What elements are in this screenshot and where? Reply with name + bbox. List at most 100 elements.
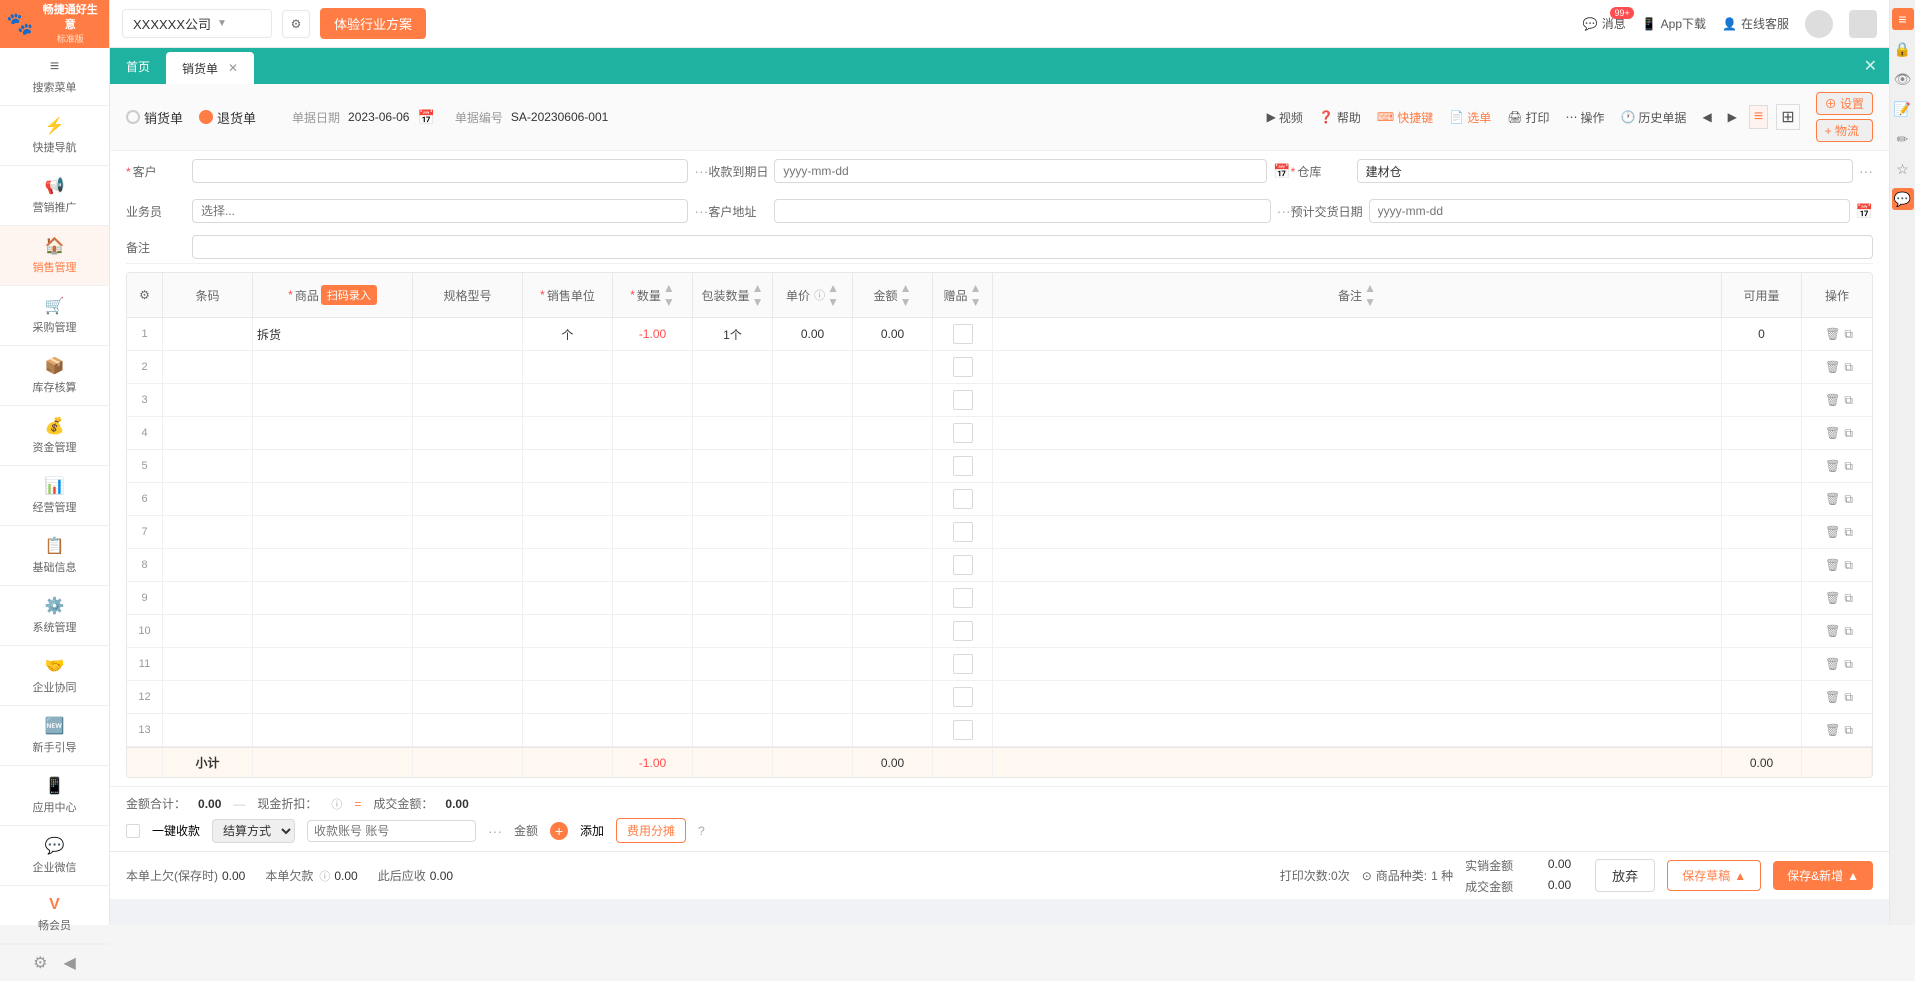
delete-icon[interactable]: 🗑 <box>1825 657 1840 671</box>
copy-icon[interactable]: ⧉ <box>1844 624 1853 639</box>
message-button[interactable]: 💬 消息 99+ <box>1583 15 1626 32</box>
copy-icon[interactable]: ⧉ <box>1844 393 1853 408</box>
copy-icon[interactable]: ⧉ <box>1844 657 1853 672</box>
delete-icon[interactable]: 🗑 <box>1825 690 1840 704</box>
salesperson-dots-btn[interactable]: ··· <box>694 203 708 219</box>
delete-icon[interactable]: 🗑 <box>1825 591 1840 605</box>
delete-icon[interactable]: 🗑 <box>1825 525 1840 539</box>
sidebar-item-marketing[interactable]: 📢 营销推广 <box>0 166 109 226</box>
logistics-btn[interactable]: + 物流 <box>1816 119 1873 142</box>
payment-method-select[interactable]: 结算方式 <box>212 819 295 843</box>
gift-checkbox[interactable] <box>953 423 973 443</box>
sidebar-item-basic[interactable]: 📋 基础信息 <box>0 526 109 586</box>
gift-checkbox[interactable] <box>953 456 973 476</box>
delivery-calendar-icon[interactable]: 📅 <box>1856 203 1873 220</box>
copy-icon[interactable]: ⧉ <box>1844 492 1853 507</box>
td-row1-qty[interactable]: -1.00 <box>613 318 693 350</box>
tab-close-icon[interactable]: ✕ <box>228 61 238 75</box>
scan-btn[interactable]: 扫码录入 <box>321 285 377 305</box>
td-row1-pkg-qty[interactable]: 1个 <box>693 318 773 350</box>
gift-checkbox[interactable] <box>953 621 973 641</box>
delete-icon[interactable]: 🗑 <box>1825 393 1840 407</box>
right-panel-icon-6[interactable]: ☆ <box>1892 158 1914 180</box>
right-panel-icon-2[interactable]: 🔒 <box>1892 38 1914 60</box>
radio-sales-order[interactable]: 销货单 <box>126 108 183 127</box>
td-row1-unit[interactable]: 个 <box>523 318 613 350</box>
delete-icon[interactable]: 🗑 <box>1825 558 1840 572</box>
expense-btn[interactable]: 费用分摊 <box>616 818 686 843</box>
shortcut-button[interactable]: ⌨ 快捷键 <box>1373 107 1437 128</box>
operations-button[interactable]: ⋯ 操作 <box>1561 107 1608 128</box>
settings-icon[interactable]: ⚙ <box>33 953 47 973</box>
gift-checkbox[interactable] <box>953 555 973 575</box>
right-panel-icon-5[interactable]: ✏ <box>1892 128 1914 150</box>
add-payment-btn[interactable]: + <box>550 822 568 840</box>
notes-input[interactable] <box>192 235 1873 259</box>
sidebar-item-finance[interactable]: 💰 资金管理 <box>0 406 109 466</box>
company-selector[interactable]: XXXXXX公司 ▼ <box>122 9 272 38</box>
nav-next-button[interactable]: ▶ <box>1724 108 1741 126</box>
help-button[interactable]: ❓ 帮助 <box>1315 107 1365 128</box>
discard-button[interactable]: 放弃 <box>1595 859 1655 892</box>
right-panel-icon-4[interactable]: 📝 <box>1892 98 1914 120</box>
sidebar-item-quicknav[interactable]: ⚡ 快捷导航 <box>0 106 109 166</box>
print-button[interactable]: 🖨 打印 <box>1503 107 1553 128</box>
delete-icon[interactable]: 🗑 <box>1825 459 1840 473</box>
sidebar-item-apps[interactable]: 📱 应用中心 <box>0 766 109 826</box>
delete-icon-1[interactable]: 🗑 <box>1825 327 1840 341</box>
right-panel-icon-3[interactable]: 👁 <box>1892 68 1914 90</box>
view-list-button[interactable]: ≡ <box>1749 105 1768 129</box>
sidebar-item-wechat[interactable]: 💬 企业微信 <box>0 826 109 886</box>
payment-due-input[interactable] <box>774 159 1267 183</box>
copy-icon-1[interactable]: ⧉ <box>1844 327 1853 342</box>
delete-icon[interactable]: 🗑 <box>1825 492 1840 506</box>
copy-icon[interactable]: ⧉ <box>1844 723 1853 738</box>
delete-icon[interactable]: 🗑 <box>1825 426 1840 440</box>
gift-checkbox[interactable] <box>953 390 973 410</box>
view-grid-button[interactable]: ⊞ <box>1776 104 1799 130</box>
sidebar-item-purchase[interactable]: 🛒 采购管理 <box>0 286 109 346</box>
customer-addr-dots-btn[interactable]: ··· <box>1277 203 1291 219</box>
sidebar-item-operations[interactable]: 📊 经营管理 <box>0 466 109 526</box>
gift-checkbox[interactable] <box>953 522 973 542</box>
video-button[interactable]: ▶ 视频 <box>1263 107 1307 128</box>
sidebar-item-collab[interactable]: 🤝 企业协同 <box>0 646 109 706</box>
td-row1-amount[interactable]: 0.00 <box>853 318 933 350</box>
sidebar-item-member[interactable]: V 畅会员 <box>0 886 109 944</box>
customer-dots-btn[interactable]: ··· <box>694 163 708 179</box>
copy-icon[interactable]: ⧉ <box>1844 459 1853 474</box>
gift-checkbox[interactable] <box>953 489 973 509</box>
copy-icon[interactable]: ⧉ <box>1844 426 1853 441</box>
customer-input[interactable] <box>192 159 688 183</box>
settings-button[interactable]: ⚙ <box>282 10 310 38</box>
trial-button[interactable]: 体验行业方案 <box>320 8 426 39</box>
history-button[interactable]: 🕐 历史单据 <box>1616 107 1690 128</box>
account-dots-btn[interactable]: ··· <box>488 823 502 839</box>
close-all-tabs-button[interactable]: ✕ <box>1852 48 1889 84</box>
copy-icon[interactable]: ⧉ <box>1844 591 1853 606</box>
payment-due-calendar-icon[interactable]: 📅 <box>1273 163 1290 180</box>
td-row1-price[interactable]: 0.00 <box>773 318 853 350</box>
td-row1-product[interactable]: 拆货 <box>253 318 413 350</box>
save-new-button[interactable]: 保存&新增 ▲ <box>1773 861 1873 890</box>
delivery-date-input[interactable] <box>1369 199 1850 223</box>
warehouse-dots-btn[interactable]: ··· <box>1859 163 1873 179</box>
warehouse-input[interactable] <box>1357 159 1853 183</box>
one-click-checkbox[interactable] <box>126 824 140 838</box>
user-menu-btn[interactable] <box>1849 10 1877 38</box>
settings-btn[interactable]: ⊕ 设置 <box>1816 92 1873 115</box>
copy-icon[interactable]: ⧉ <box>1844 360 1853 375</box>
select-button[interactable]: 📄 选单 <box>1445 107 1495 128</box>
online-service-button[interactable]: 👤 在线客服 <box>1722 15 1789 32</box>
sidebar-item-inventory[interactable]: 📦 库存核算 <box>0 346 109 406</box>
copy-icon[interactable]: ⧉ <box>1844 525 1853 540</box>
sidebar-item-guide[interactable]: 🆕 新手引导 <box>0 706 109 766</box>
gift-checkbox[interactable] <box>953 720 973 740</box>
td-row1-barcode[interactable] <box>163 318 253 350</box>
tab-sales-order[interactable]: 销货单 ✕ <box>166 52 254 84</box>
td-row1-remark[interactable] <box>993 318 1722 350</box>
collapse-icon[interactable]: ◀ <box>64 953 76 973</box>
gift-checkbox-1[interactable] <box>953 324 973 344</box>
sidebar-item-system[interactable]: ⚙️ 系统管理 <box>0 586 109 646</box>
nav-prev-button[interactable]: ◀ <box>1698 108 1715 126</box>
